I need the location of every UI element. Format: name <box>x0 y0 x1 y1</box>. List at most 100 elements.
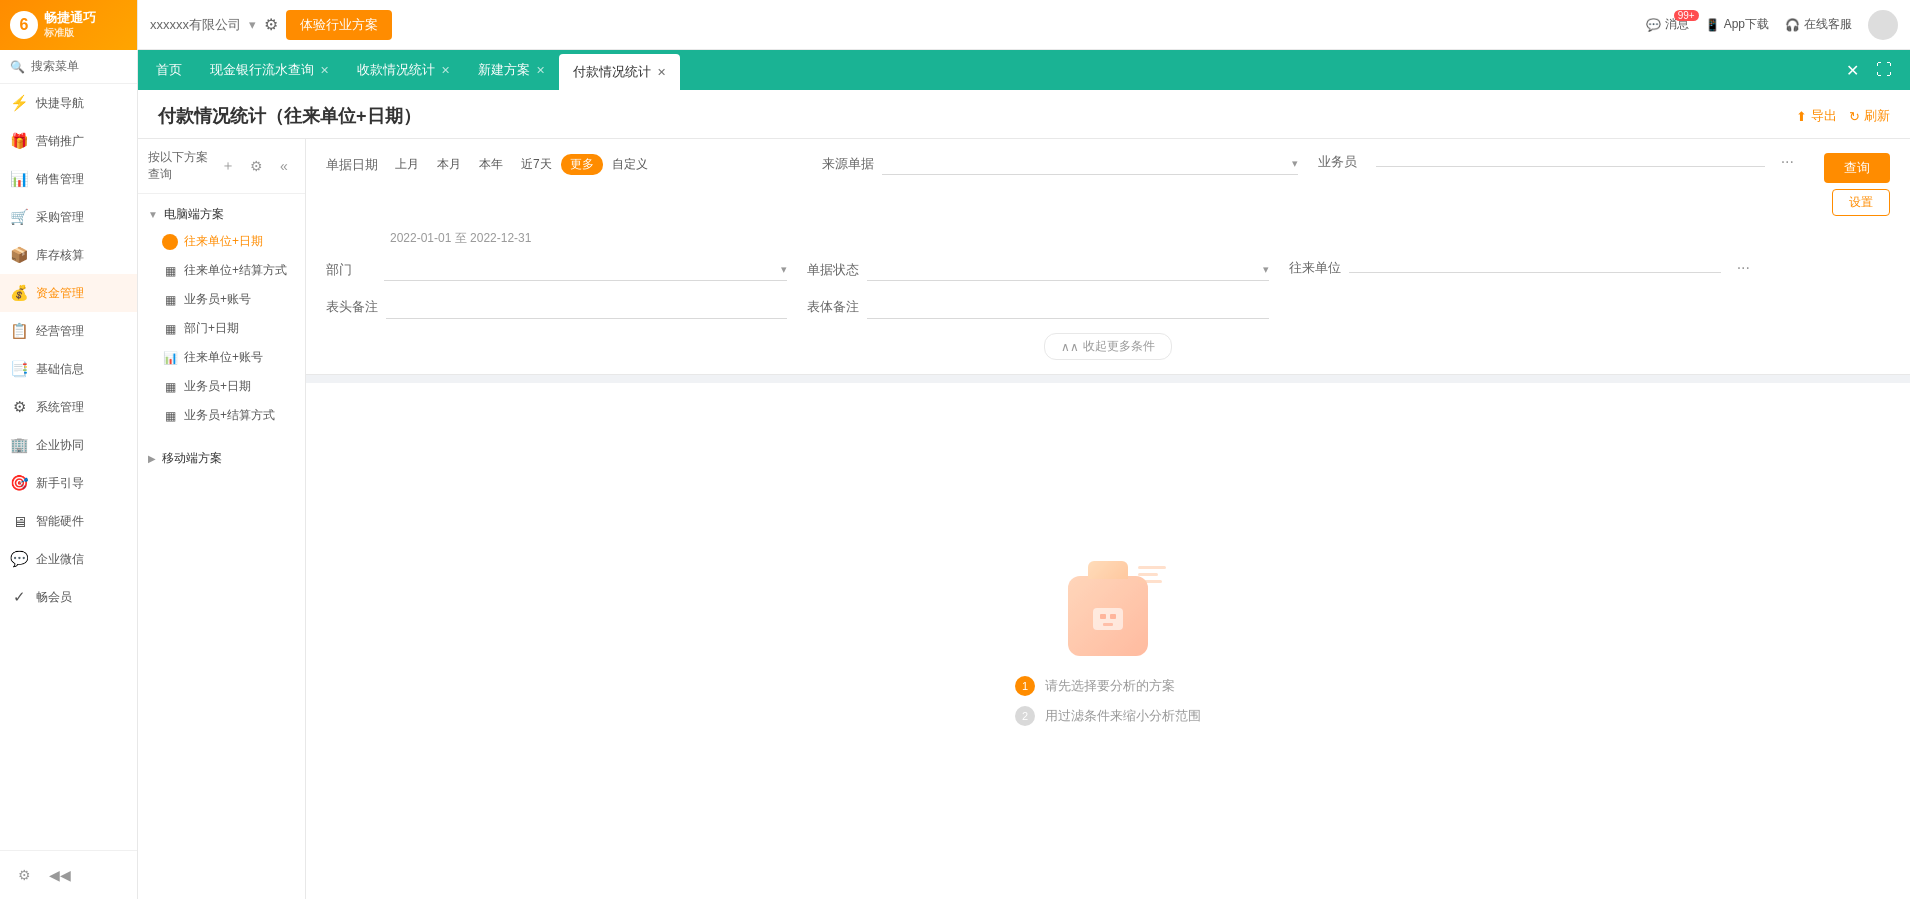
date-btn-more[interactable]: 更多 <box>561 154 603 175</box>
date-label: 单据日期 <box>326 156 378 174</box>
source-label: 来源单据 <box>822 155 874 173</box>
collapse-more-btn[interactable]: ∧∧ 收起更多条件 <box>1044 333 1172 360</box>
scheme-add-btn[interactable]: ＋ <box>217 155 239 177</box>
app-download-btn[interactable]: 📱 App下载 <box>1705 16 1769 33</box>
mobile-group-label: 移动端方案 <box>162 450 222 467</box>
header-note-input[interactable] <box>386 295 787 319</box>
source-select[interactable]: ▾ <box>882 153 1298 175</box>
date-btn-last-month[interactable]: 上月 <box>386 153 428 176</box>
dept-select[interactable]: ▾ <box>384 259 787 281</box>
desktop-group-header[interactable]: ▼ 电脑端方案 <box>138 202 305 227</box>
scheme-group-desktop: ▼ 电脑端方案 往来单位+日期 ▦往来单位+结算方式▦业务员+账号▦部门+日期📊往… <box>138 194 305 438</box>
headset-icon: 🎧 <box>1785 18 1800 32</box>
tab-close-receipt-stat[interactable]: ✕ <box>441 64 450 77</box>
date-btn-this-month[interactable]: 本月 <box>428 153 470 176</box>
unit-date-label: 往来单位+日期 <box>184 233 263 250</box>
counterpart-more-btn[interactable]: ··· <box>1737 259 1750 277</box>
guide-icon: 🎯 <box>10 474 28 492</box>
date-btn-7days[interactable]: 近7天 <box>512 153 561 176</box>
collapse-sidebar-btn[interactable]: ◀◀ <box>46 861 74 889</box>
counterpart-select[interactable] <box>1349 264 1721 273</box>
tab-payment-stat[interactable]: 付款情况统计 ✕ <box>559 54 680 90</box>
tab-new-scheme[interactable]: 新建方案✕ <box>464 50 559 90</box>
tab-label-payment-stat: 付款情况统计 <box>573 63 651 81</box>
scheme-item-unit-date[interactable]: 往来单位+日期 <box>138 227 305 256</box>
sidebar-item-system[interactable]: ⚙ 系统管理 <box>0 388 137 426</box>
search-menu[interactable]: 🔍 搜索菜单 <box>0 50 137 84</box>
topbar-settings-icon[interactable]: ⚙ <box>264 15 278 34</box>
tab-bank-flow[interactable]: 现金银行流水查询✕ <box>196 50 343 90</box>
doc-status-filter-group: 单据状态 ▾ <box>807 259 1268 281</box>
close-tab-btn[interactable]: ✕ <box>1838 56 1866 84</box>
sidebar-item-inventory[interactable]: 📦 库存核算 <box>0 236 137 274</box>
logo-sub: 标准版 <box>44 26 96 40</box>
staff-more-btn[interactable]: ··· <box>1781 153 1794 171</box>
expand-btn[interactable]: ⛶ <box>1870 56 1898 84</box>
scheme-item-staff-account[interactable]: ▦业务员+账号 <box>138 285 305 314</box>
scheme-settings-btn[interactable]: ⚙ <box>245 155 267 177</box>
trial-btn[interactable]: 体验行业方案 <box>286 10 392 40</box>
export-icon: ⬆ <box>1796 109 1807 124</box>
service-label: 在线客服 <box>1804 16 1852 33</box>
doc-status-chevron-icon: ▾ <box>1263 263 1269 276</box>
body-note-input[interactable] <box>867 295 1268 319</box>
settings-icon[interactable]: ⚙ <box>10 861 38 889</box>
phone-icon: 📱 <box>1705 18 1720 32</box>
refresh-btn[interactable]: ↻ 刷新 <box>1849 107 1890 125</box>
query-btn[interactable]: 查询 <box>1824 153 1890 183</box>
tab-home[interactable]: 首页 <box>142 50 196 90</box>
sidebar-item-member[interactable]: ✓ 畅会员 <box>0 578 137 616</box>
system-label: 系统管理 <box>36 399 84 416</box>
purchase-icon: 🛒 <box>10 208 28 226</box>
header-note-label: 表头备注 <box>326 298 378 316</box>
online-service-btn[interactable]: 🎧 在线客服 <box>1785 16 1852 33</box>
step1-num: 1 <box>1015 676 1035 696</box>
staff-select[interactable] <box>1376 158 1765 167</box>
sidebar-item-business[interactable]: 📋 经营管理 <box>0 312 137 350</box>
filter-settings-btn[interactable]: 设置 <box>1832 189 1890 216</box>
sidebar-item-guide[interactable]: 🎯 新手引导 <box>0 464 137 502</box>
sidebar-item-enterprise[interactable]: 🏢 企业协同 <box>0 426 137 464</box>
inventory-icon: 📦 <box>10 246 28 264</box>
quick-nav-label: 快捷导航 <box>36 95 84 112</box>
tab-close-new-scheme[interactable]: ✕ <box>536 64 545 77</box>
scheme-item-staff-settle[interactable]: ▦业务员+结算方式 <box>138 401 305 430</box>
business-label: 经营管理 <box>36 323 84 340</box>
sidebar-item-sales[interactable]: 📊 销售管理 <box>0 160 137 198</box>
wechat-label: 企业微信 <box>36 551 84 568</box>
tab-receipt-stat[interactable]: 收款情况统计✕ <box>343 50 464 90</box>
scheme-item-dept-date[interactable]: ▦部门+日期 <box>138 314 305 343</box>
tab-close-payment-stat[interactable]: ✕ <box>657 66 666 79</box>
tabbar: 首页现金银行流水查询✕收款情况统计✕新建方案✕ 付款情况统计 ✕ ✕ ⛶ <box>138 50 1910 90</box>
sidebar-item-marketing[interactable]: 🎁 营销推广 <box>0 122 137 160</box>
doc-status-select[interactable]: ▾ <box>867 259 1268 281</box>
date-btn-this-year[interactable]: 本年 <box>470 153 512 176</box>
mobile-group-header[interactable]: ▶ 移动端方案 <box>138 446 305 471</box>
scheme-item-staff-date[interactable]: ▦业务员+日期 <box>138 372 305 401</box>
sidebar-item-wechat[interactable]: 💬 企业微信 <box>0 540 137 578</box>
sidebar-item-basic-info[interactable]: 📑 基础信息 <box>0 350 137 388</box>
scheme-item-unit-settle[interactable]: ▦往来单位+结算方式 <box>138 256 305 285</box>
sidebar-logo: 6 畅捷通巧 标准版 <box>0 0 137 50</box>
date-btn-custom[interactable]: 自定义 <box>603 153 657 176</box>
scheme-panel: 按以下方案查询 ＋ ⚙ « ▼ 电脑端方案 往来单位+日期▦往来单位+结算方式▦… <box>138 139 306 899</box>
sidebar-item-quick-nav[interactable]: ⚡ 快捷导航 <box>0 84 137 122</box>
sidebar-item-hardware[interactable]: 🖥 智能硬件 <box>0 502 137 540</box>
sidebar-item-finance[interactable]: 💰 资金管理 <box>0 274 137 312</box>
sidebar-item-purchase[interactable]: 🛒 采购管理 <box>0 198 137 236</box>
company-chevron-icon[interactable]: ▾ <box>249 17 256 32</box>
sales-icon: 📊 <box>10 170 28 188</box>
messages-btn[interactable]: 💬 消息 99+ <box>1646 16 1689 33</box>
guide-label: 新手引导 <box>36 475 84 492</box>
scheme-collapse-btn[interactable]: « <box>273 155 295 177</box>
filter-row-2: 部门 ▾ 单据状态 ▾ <box>326 259 1890 281</box>
unit-date-icon <box>162 234 178 250</box>
scheme-item-unit-account[interactable]: 📊往来单位+账号 <box>138 343 305 372</box>
step1-text: 请先选择要分析的方案 <box>1045 677 1175 695</box>
export-btn[interactable]: ⬆ 导出 <box>1796 107 1837 125</box>
refresh-icon: ↻ <box>1849 109 1860 124</box>
body-note-group: 表体备注 <box>807 295 1268 319</box>
tab-close-bank-flow[interactable]: ✕ <box>320 64 329 77</box>
filter-data-panel: 单据日期 上月 本月 本年 近7天 更多 自定义 来源单据 <box>306 139 1910 899</box>
user-avatar[interactable] <box>1868 10 1898 40</box>
